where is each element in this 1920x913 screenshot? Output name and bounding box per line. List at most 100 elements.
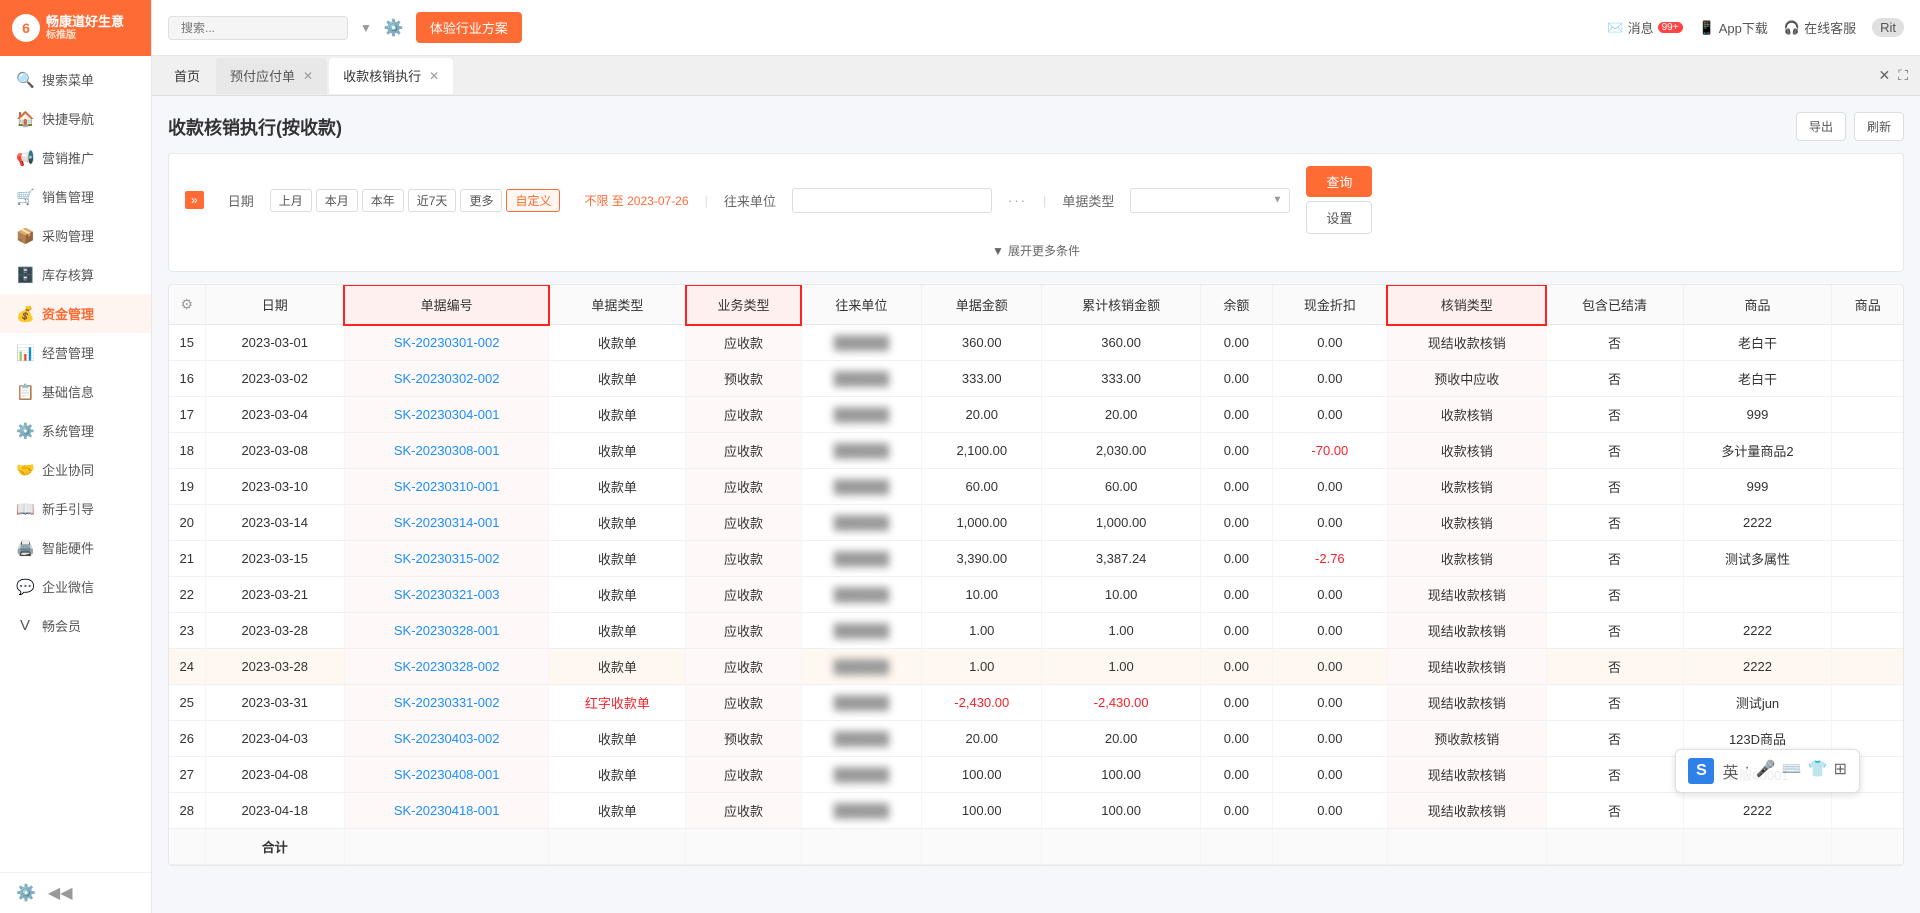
td-code[interactable]: SK-20230315-002	[344, 541, 549, 577]
td-product2	[1832, 793, 1903, 829]
this-month-btn[interactable]: 本月	[316, 189, 358, 212]
td-biz-type: 应收款	[686, 649, 801, 685]
td-code[interactable]: SK-20230408-001	[344, 757, 549, 793]
dropdown-arrow-icon[interactable]: ▼	[360, 21, 372, 35]
td-code[interactable]: SK-20230418-001	[344, 793, 549, 829]
last-month-btn[interactable]: 上月	[270, 189, 312, 212]
tab-prepay[interactable]: 预付应付单 ✕	[216, 58, 327, 94]
td-code[interactable]: SK-20230310-001	[344, 469, 549, 505]
td-partner: ██████	[801, 685, 922, 721]
system-icon: ⚙️	[16, 422, 34, 440]
vip-icon: V	[16, 617, 34, 634]
td-amount: 100.00	[922, 757, 1042, 793]
th-slip-type: 单据类型	[549, 285, 686, 325]
more-btn[interactable]: 更多	[460, 189, 502, 212]
partner-filter-input[interactable]	[792, 188, 992, 213]
sidebar-item-search[interactable]: 🔍 搜索菜单	[0, 60, 151, 99]
tab-home[interactable]: 首页	[160, 58, 214, 94]
topbar-gear-icon[interactable]: ⚙️	[384, 18, 404, 38]
td-balance: 0.00	[1200, 577, 1272, 613]
th-settings[interactable]: ⚙	[169, 285, 205, 325]
user-avatar[interactable]: Rit	[1872, 18, 1904, 37]
sidebar-item-hardware[interactable]: 🖨️ 智能硬件	[0, 528, 151, 567]
recent-7-btn[interactable]: 近7天	[408, 189, 457, 212]
tab-collection-close-icon[interactable]: ✕	[429, 69, 439, 83]
td-code[interactable]: SK-20230321-003	[344, 577, 549, 613]
td-code[interactable]: SK-20230301-002	[344, 325, 549, 361]
td-amount: 1.00	[922, 613, 1042, 649]
td-code[interactable]: SK-20230304-001	[344, 397, 549, 433]
topbar-search-input[interactable]	[168, 16, 348, 40]
td-balance: 0.00	[1200, 397, 1272, 433]
td-code[interactable]: SK-20230331-002	[344, 685, 549, 721]
td-cash-discount: 0.00	[1272, 685, 1387, 721]
td-code[interactable]: SK-20230302-002	[344, 361, 549, 397]
message-label: 消息	[1628, 18, 1654, 37]
slip-type-select[interactable]	[1130, 188, 1290, 213]
sidebar-item-operations[interactable]: 📊 经营管理	[0, 333, 151, 372]
tab-collection[interactable]: 收款核销执行 ✕	[329, 58, 453, 94]
sales-icon: 🛒	[16, 188, 34, 206]
date-range-display: 不限 至 2023-07-26	[584, 192, 688, 209]
td-code[interactable]: SK-20230403-002	[344, 721, 549, 757]
query-button[interactable]: 查询	[1306, 166, 1372, 197]
tab-prepay-close-icon[interactable]: ✕	[303, 69, 313, 83]
td-code[interactable]: SK-20230314-001	[344, 505, 549, 541]
td-code[interactable]: SK-20230328-002	[344, 649, 549, 685]
td-product2	[1832, 685, 1903, 721]
collapse-icon[interactable]: ◀◀	[48, 883, 73, 903]
this-year-btn[interactable]: 本年	[362, 189, 404, 212]
td-amount: 20.00	[922, 397, 1042, 433]
data-table-wrap: ⚙ 日期 单据编号 单据类型 业务类型 往来单位 单据金额 累计核销金额 余额 …	[168, 284, 1904, 866]
partner-filter-label: 往来单位	[724, 191, 776, 210]
export-button[interactable]: 导出	[1796, 112, 1846, 141]
setting-button[interactable]: 设置	[1306, 201, 1372, 234]
industry-solution-button[interactable]: 体验行业方案	[416, 12, 522, 43]
date-filter-btns: 上月 本月 本年 近7天 更多 自定义	[270, 189, 561, 212]
td-slip-type: 收款单	[549, 757, 686, 793]
td-product2	[1832, 469, 1903, 505]
online-service-action[interactable]: 🎧 在线客服	[1784, 18, 1856, 37]
sidebar-item-guide[interactable]: 📖 新手引导	[0, 489, 151, 528]
column-settings-icon[interactable]: ⚙	[180, 296, 193, 312]
sidebar-item-vip[interactable]: V 畅会员	[0, 606, 151, 645]
custom-btn[interactable]: 自定义	[506, 189, 560, 212]
td-cash-discount: 0.00	[1272, 325, 1387, 361]
sidebar-item-base[interactable]: 📋 基础信息	[0, 372, 151, 411]
app-download-action[interactable]: 📱 App下载	[1699, 18, 1768, 37]
expand-more-button[interactable]: ▼ 展开更多条件	[992, 242, 1080, 259]
sidebar-item-collab[interactable]: 🤝 企业协同	[0, 450, 151, 489]
td-partner: ██████	[801, 577, 922, 613]
td-no: 15	[169, 325, 205, 361]
sidebar-item-purchase[interactable]: 📦 采购管理	[0, 216, 151, 255]
tab-expand-icon[interactable]: ⛶	[1898, 67, 1908, 84]
sidebar-item-marketing[interactable]: 📢 营销推广	[0, 138, 151, 177]
filter-expand-button[interactable]: »	[185, 191, 204, 209]
td-date: 2023-03-14	[205, 505, 344, 541]
td-included: 否	[1546, 541, 1683, 577]
td-partner: ██████	[801, 721, 922, 757]
sidebar-item-inventory[interactable]: 🗄️ 库存核算	[0, 255, 151, 294]
sidebar-item-finance[interactable]: 💰 资金管理	[0, 294, 151, 333]
td-amount: 360.00	[922, 325, 1042, 361]
sidebar-item-system[interactable]: ⚙️ 系统管理	[0, 411, 151, 450]
td-accum-cancel: 20.00	[1042, 397, 1201, 433]
message-action[interactable]: ✉️ 消息 99+	[1607, 18, 1682, 37]
td-amount: 1,000.00	[922, 505, 1042, 541]
td-slip-type: 收款单	[549, 613, 686, 649]
sidebar-item-sales[interactable]: 🛒 销售管理	[0, 177, 151, 216]
refresh-button[interactable]: 刷新	[1854, 112, 1904, 141]
td-biz-type: 应收款	[686, 397, 801, 433]
search-icon: 🔍	[16, 71, 34, 89]
tab-close-all-icon[interactable]: ✕	[1878, 67, 1890, 84]
td-balance: 0.00	[1200, 541, 1272, 577]
td-code[interactable]: SK-20230308-001	[344, 433, 549, 469]
td-slip-type: 收款单	[549, 505, 686, 541]
td-date: 2023-04-03	[205, 721, 344, 757]
td-partner: ██████	[801, 505, 922, 541]
td-no: 17	[169, 397, 205, 433]
sidebar-item-wechat[interactable]: 💬 企业微信	[0, 567, 151, 606]
settings-bottom-icon[interactable]: ⚙️	[16, 883, 36, 903]
sidebar-item-nav[interactable]: 🏠 快捷导航	[0, 99, 151, 138]
td-code[interactable]: SK-20230328-001	[344, 613, 549, 649]
